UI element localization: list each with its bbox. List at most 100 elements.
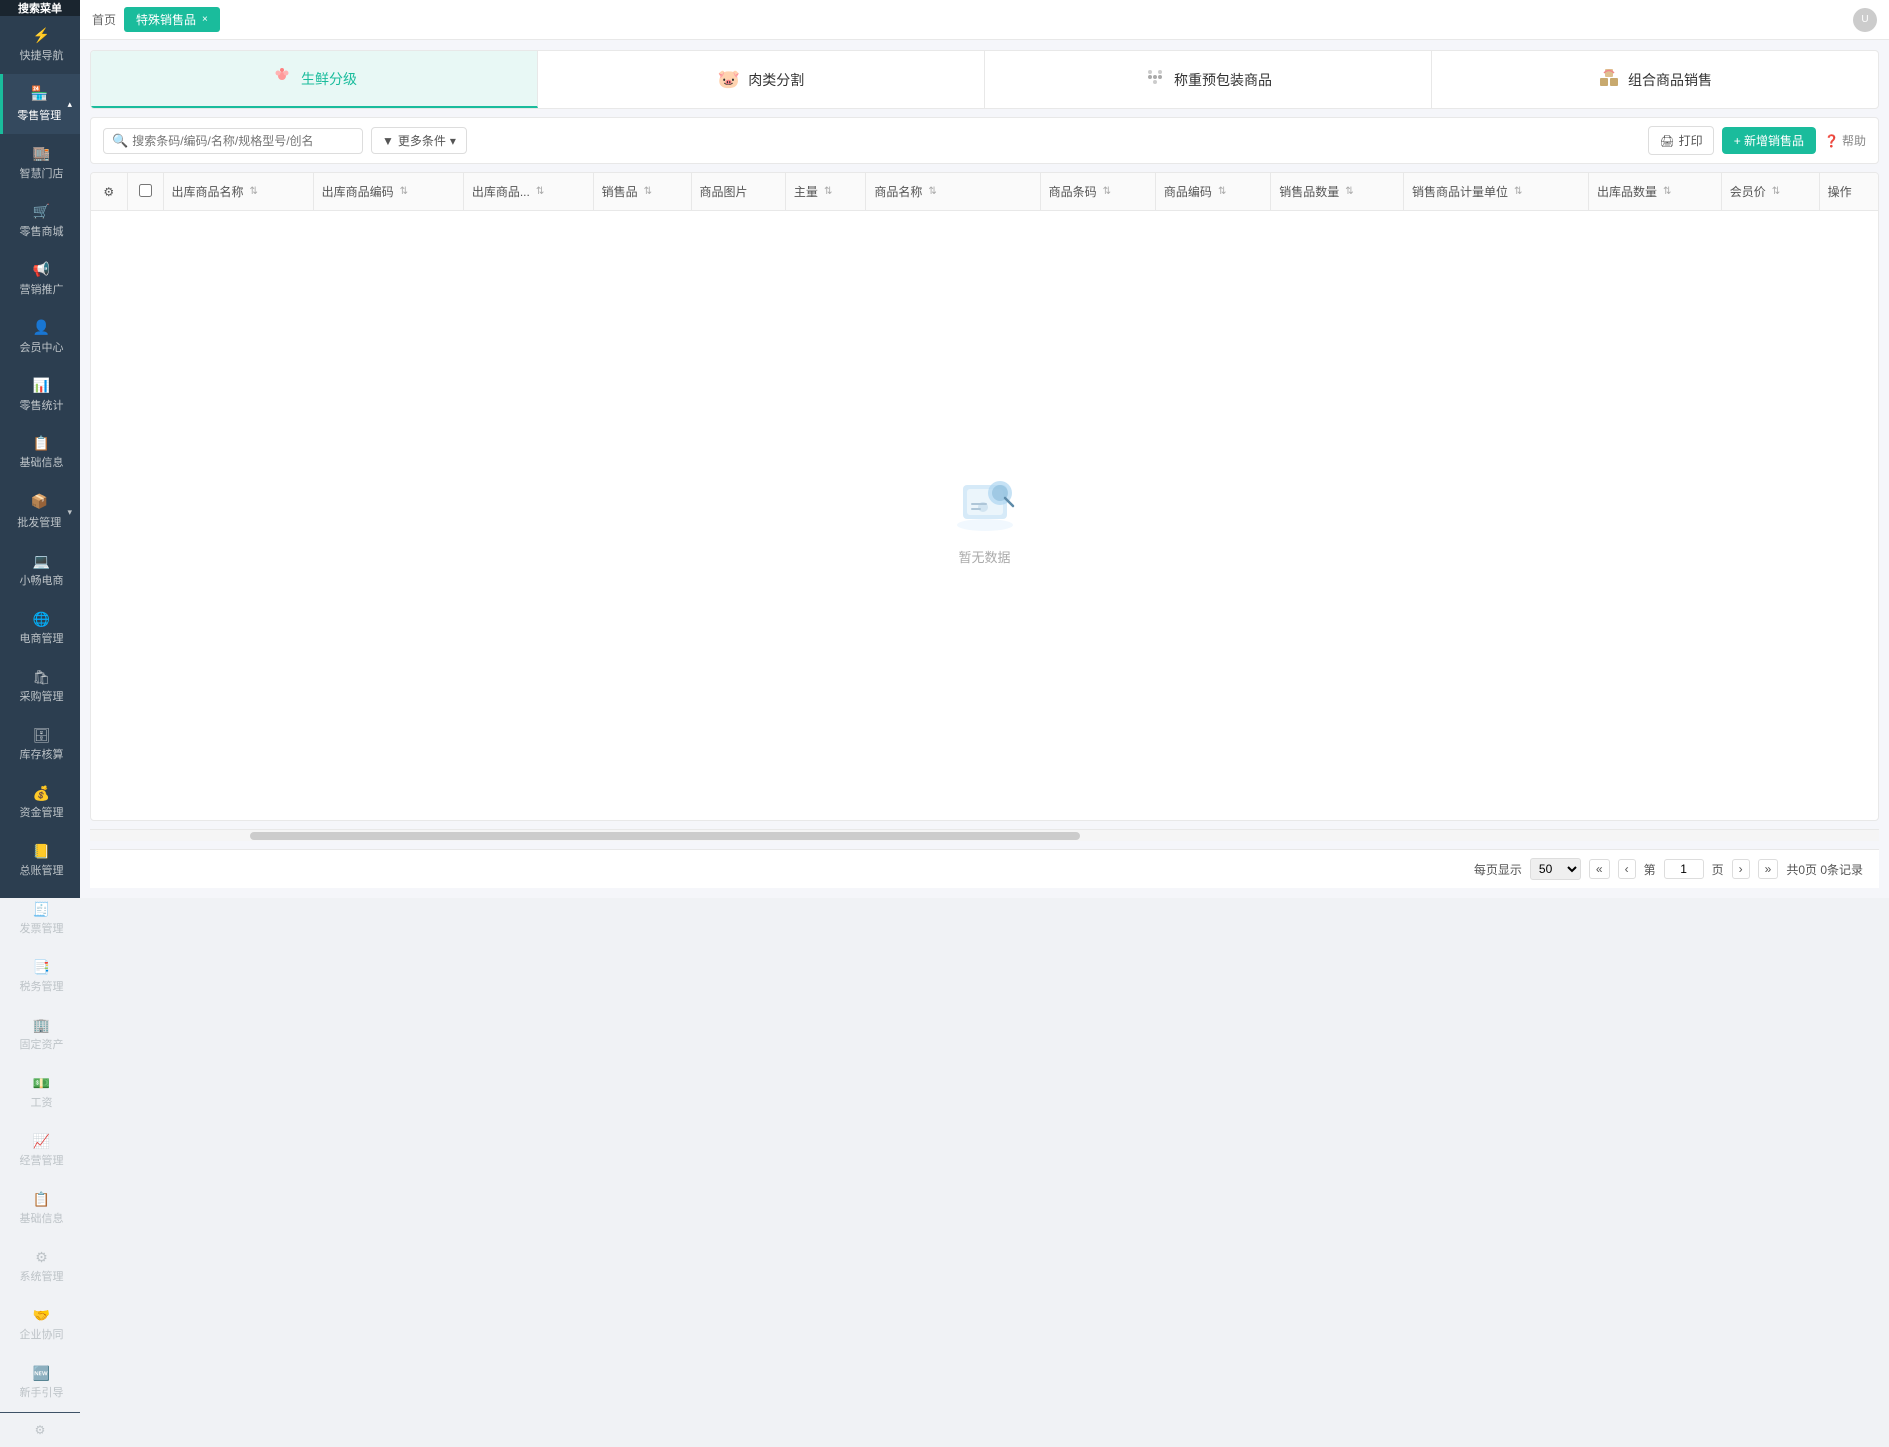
sidebar-item-quick-nav[interactable]: ⚡ 快捷导航 xyxy=(0,16,80,74)
search-box[interactable]: 🔍 xyxy=(103,128,363,154)
sidebar-item-smart-store[interactable]: 🏬 智慧门店 xyxy=(0,134,80,192)
fixed-assets-icon: 🏢 xyxy=(33,1016,50,1036)
print-button[interactable]: 🖨 打印 xyxy=(1648,126,1713,155)
sidebar-item-wholesale-mgmt[interactable]: 📦 批发管理 ▾ xyxy=(0,482,80,542)
sidebar-item-basic-info2[interactable]: 📋 基础信息 xyxy=(0,1180,80,1238)
filter-icon: ▼ xyxy=(382,134,394,148)
sidebar-label-new-guide: 新手引导 xyxy=(20,1386,64,1401)
pagination: 每页显示 50 10 20 100 « ‹ 第 页 › » 共0页 0条记录 xyxy=(90,849,1879,888)
th-main-weight-label: 主量 xyxy=(794,183,818,200)
sidebar-item-invoice[interactable]: 🧾 发票管理 xyxy=(0,890,80,948)
company-coop-icon: 🤝 xyxy=(33,1306,50,1326)
cat-tab-combo-sales[interactable]: 组合商品销售 xyxy=(1432,51,1878,108)
sidebar-label-operations: 经营管理 xyxy=(20,1154,64,1169)
breadcrumb[interactable]: 首页 xyxy=(92,11,116,28)
last-page-button[interactable]: » xyxy=(1758,859,1779,879)
basic-info-icon: 📋 xyxy=(33,434,50,454)
sort-arrows-product-code: ⇅ xyxy=(1218,186,1226,197)
search-menu-label[interactable]: 搜索菜单 xyxy=(18,0,62,16)
total-text: 共0页 0条记录 xyxy=(1786,861,1863,878)
sales-promo-icon: 📢 xyxy=(33,260,50,280)
retail-stats-icon: 📊 xyxy=(33,376,50,396)
sidebar-item-company-coop[interactable]: 🤝 企业协同 xyxy=(0,1296,80,1354)
filter-label: 更多条件 xyxy=(398,132,446,149)
tab-close-button[interactable]: × xyxy=(202,14,208,25)
th-settings[interactable]: ⚙ xyxy=(91,173,127,211)
cat-tab-weigh-pack[interactable]: 称重预包装商品 xyxy=(985,51,1432,108)
th-product-name[interactable]: 商品名称 ⇅ xyxy=(866,173,1040,211)
sort-arrows-out-name: ⇅ xyxy=(250,186,258,197)
th-product-img[interactable]: 商品图片 xyxy=(691,173,785,211)
sidebar-item-fixed-assets[interactable]: 🏢 固定资产 xyxy=(0,1006,80,1064)
sidebar-item-retail-mgmt[interactable]: 🏪 零售管理 ▴ xyxy=(0,74,80,134)
toolbar: 🔍 ▼ 更多条件 ▾ 🖨 打印 + 新增销售品 ❓ 帮助 xyxy=(90,117,1879,164)
th-out-qty[interactable]: 出库品数量 ⇅ xyxy=(1588,173,1721,211)
first-page-button[interactable]: « xyxy=(1589,859,1610,879)
sort-arrows-sale-qty: ⇅ xyxy=(1345,186,1353,197)
select-all-checkbox[interactable] xyxy=(139,184,152,197)
sidebar-item-retail-mall[interactable]: 🛒 零售商城 xyxy=(0,192,80,250)
th-sale-item[interactable]: 销售品 ⇅ xyxy=(593,173,691,211)
th-out-code[interactable]: 出库商品编码 ⇅ xyxy=(313,173,463,211)
th-out-spec[interactable]: 出库商品... ⇅ xyxy=(463,173,593,211)
filter-button[interactable]: ▼ 更多条件 ▾ xyxy=(371,127,467,154)
sidebar-item-mini-ecom[interactable]: 💻 小畅电商 xyxy=(0,542,80,600)
sidebar-item-system-mgmt[interactable]: ⚙ 系统管理 xyxy=(0,1238,80,1296)
sidebar-item-ecom-mgmt[interactable]: 🌐 电商管理 xyxy=(0,600,80,658)
sidebar-label-wholesale-mgmt: 批发管理 xyxy=(17,516,61,531)
page-size-select[interactable]: 50 10 20 100 xyxy=(1530,858,1581,880)
th-main-weight[interactable]: 主量 ⇅ xyxy=(785,173,865,211)
quick-nav-icon: ⚡ xyxy=(33,26,50,46)
th-checkbox[interactable] xyxy=(127,173,163,211)
settings-button[interactable]: ⚙ xyxy=(0,1412,80,1447)
sidebar-item-operations[interactable]: 📈 经营管理 xyxy=(0,1122,80,1180)
scroll-thumb[interactable] xyxy=(250,832,1080,840)
sidebar-item-purchase-mgmt[interactable]: 🛍 采购管理 xyxy=(0,658,80,716)
sidebar-item-retail-stats[interactable]: 📊 零售统计 xyxy=(0,366,80,424)
sidebar-item-salary[interactable]: 💵 工资 xyxy=(0,1064,80,1122)
empty-state: 暂无数据 xyxy=(91,211,1878,820)
sidebar-item-member-center[interactable]: 👤 会员中心 xyxy=(0,308,80,366)
next-page-button[interactable]: › xyxy=(1732,859,1750,879)
table-header-row: ⚙ 出库商品名称 ⇅ 出库商 xyxy=(91,173,1878,211)
sort-arrows-sale-item: ⇅ xyxy=(644,186,652,197)
sidebar-item-new-guide[interactable]: 🆕 新手引导 xyxy=(0,1354,80,1412)
th-barcode[interactable]: 商品条码 ⇅ xyxy=(1040,173,1155,211)
page-number-input[interactable] xyxy=(1664,859,1704,879)
settings-icon: ⚙ xyxy=(35,1423,46,1437)
sidebar-item-sales-promo[interactable]: 📢 营销推广 xyxy=(0,250,80,308)
ecom-mgmt-icon: 🌐 xyxy=(33,610,50,630)
smart-store-icon: 🏬 xyxy=(33,144,50,164)
search-input[interactable] xyxy=(132,134,354,148)
sidebar-item-finance[interactable]: 💰 资金管理 xyxy=(0,774,80,832)
sidebar-label-smart-store: 智慧门店 xyxy=(20,167,64,182)
sidebar-item-basic-info[interactable]: 📋 基础信息 xyxy=(0,424,80,482)
th-member-price[interactable]: 会员价 ⇅ xyxy=(1721,173,1819,211)
sidebar-label-retail-mall: 零售商城 xyxy=(20,225,64,240)
sidebar-item-ledger[interactable]: 📒 总账管理 xyxy=(0,832,80,890)
new-button[interactable]: + 新增销售品 xyxy=(1722,127,1816,154)
th-product-code[interactable]: 商品编码 ⇅ xyxy=(1155,173,1270,211)
sidebar-label-ledger: 总账管理 xyxy=(20,864,64,879)
fresh-grade-label: 生鲜分级 xyxy=(301,69,357,89)
th-out-name[interactable]: 出库商品名称 ⇅ xyxy=(163,173,313,211)
cat-tab-fresh-grade[interactable]: 生鲜分级 xyxy=(91,51,538,108)
cat-tab-meat-cut[interactable]: 🐷 肉类分割 xyxy=(538,51,985,108)
sidebar-label-member-center: 会员中心 xyxy=(20,341,64,356)
sidebar-item-tax[interactable]: 📑 税务管理 xyxy=(0,948,80,1006)
salary-icon: 💵 xyxy=(33,1074,50,1094)
prev-page-button[interactable]: ‹ xyxy=(1618,859,1636,879)
topbar: 首页 特殊销售品 × U xyxy=(80,0,1889,40)
th-sale-unit[interactable]: 销售商品计量单位 ⇅ xyxy=(1403,173,1588,211)
system-mgmt-icon: ⚙ xyxy=(35,1248,48,1268)
th-product-img-label: 商品图片 xyxy=(700,183,748,200)
active-tab[interactable]: 特殊销售品 × xyxy=(124,7,220,32)
empty-icon xyxy=(945,465,1025,535)
weigh-pack-icon xyxy=(1144,66,1166,93)
new-guide-icon: 🆕 xyxy=(33,1364,50,1384)
th-sale-qty[interactable]: 销售品数量 ⇅ xyxy=(1271,173,1404,211)
horizontal-scrollbar[interactable] xyxy=(90,829,1879,841)
help-button[interactable]: ❓ 帮助 xyxy=(1824,132,1866,149)
th-member-price-label: 会员价 xyxy=(1730,183,1766,200)
sidebar-item-inventory[interactable]: 🗄 库存核算 xyxy=(0,716,80,774)
